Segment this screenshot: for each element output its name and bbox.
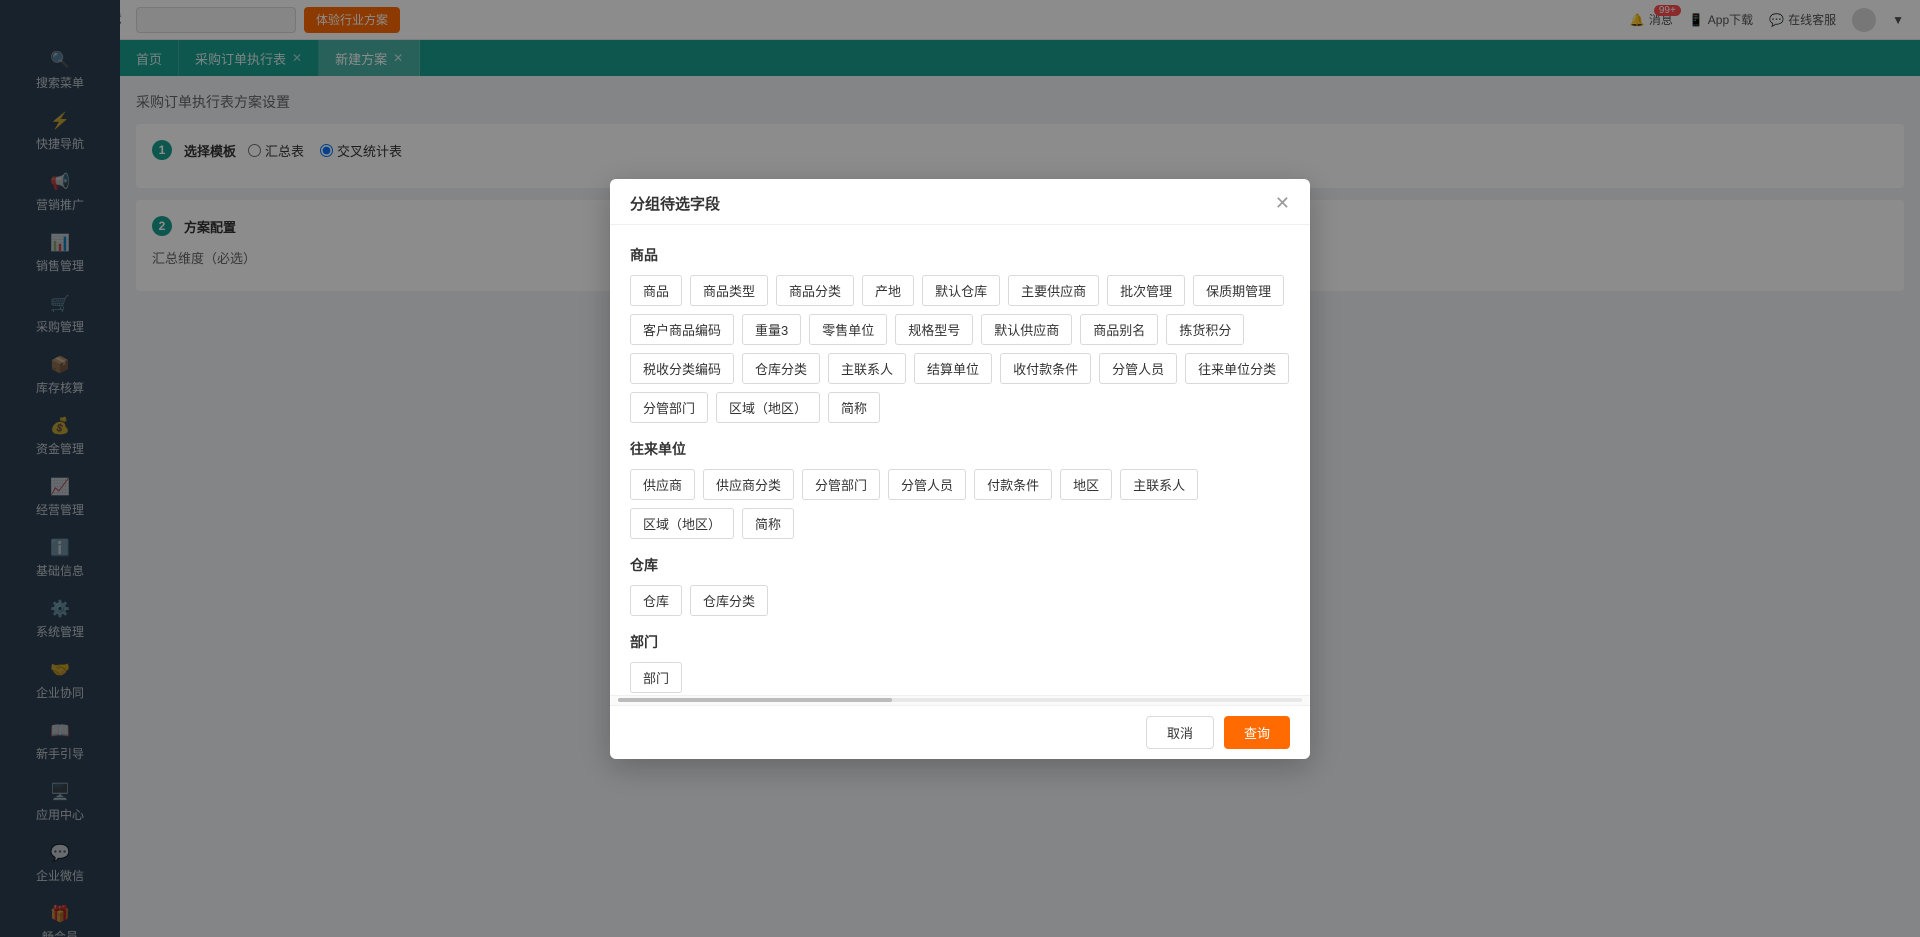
field-warehouse-cat[interactable]: 仓库分类 <box>690 585 768 616</box>
field-select-modal: 分组待选字段 ✕ 商品 商品 商品类型 商品分类 产地 默认仓库 主要供应商 批… <box>610 179 1310 759</box>
modal-header: 分组待选字段 ✕ <box>610 179 1310 225</box>
field-default-supplier[interactable]: 默认供应商 <box>981 314 1072 345</box>
field-settlement-unit[interactable]: 结算单位 <box>914 353 992 384</box>
field-tax-code[interactable]: 税收分类编码 <box>630 353 734 384</box>
field-customer-goods-code[interactable]: 客户商品编码 <box>630 314 734 345</box>
field-main-supplier[interactable]: 主要供应商 <box>1008 275 1099 306</box>
modal-overlay: 分组待选字段 ✕ 商品 商品 商品类型 商品分类 产地 默认仓库 主要供应商 批… <box>0 0 1920 937</box>
field-supervise-dept2[interactable]: 分管部门 <box>802 469 880 500</box>
field-warehouse-category[interactable]: 仓库分类 <box>742 353 820 384</box>
field-region-goods[interactable]: 区域（地区） <box>716 392 820 423</box>
field-default-warehouse[interactable]: 默认仓库 <box>922 275 1000 306</box>
section-title-dept: 部门 <box>630 632 1290 652</box>
modal-body[interactable]: 商品 商品 商品类型 商品分类 产地 默认仓库 主要供应商 批次管理 保质期管理… <box>610 225 1310 695</box>
field-goods[interactable]: 商品 <box>630 275 682 306</box>
field-goods-type[interactable]: 商品类型 <box>690 275 768 306</box>
field-supplier-category[interactable]: 供应商分类 <box>703 469 794 500</box>
field-counterparty-category[interactable]: 往来单位分类 <box>1185 353 1289 384</box>
confirm-button[interactable]: 查询 <box>1224 716 1290 749</box>
modal-footer: 取消 查询 <box>610 705 1310 759</box>
hscroll-track <box>618 698 1302 702</box>
field-goods-alias[interactable]: 商品别名 <box>1080 314 1158 345</box>
section-title-warehouse: 仓库 <box>630 555 1290 575</box>
field-supplier[interactable]: 供应商 <box>630 469 695 500</box>
field-weight3[interactable]: 重量3 <box>742 314 801 345</box>
field-short-name2[interactable]: 简称 <box>742 508 794 539</box>
modal-close-btn[interactable]: ✕ <box>1275 194 1290 212</box>
field-dept[interactable]: 部门 <box>630 662 682 693</box>
field-origin[interactable]: 产地 <box>862 275 914 306</box>
field-payment-terms[interactable]: 收付款条件 <box>1000 353 1091 384</box>
field-main-contact2[interactable]: 主联系人 <box>1120 469 1198 500</box>
field-supervisor[interactable]: 分管人员 <box>1099 353 1177 384</box>
field-supervise-person2[interactable]: 分管人员 <box>888 469 966 500</box>
section-title-counterparty: 往来单位 <box>630 439 1290 459</box>
field-region2[interactable]: 区域（地区） <box>630 508 734 539</box>
field-pay-terms[interactable]: 付款条件 <box>974 469 1052 500</box>
cancel-button[interactable]: 取消 <box>1146 716 1214 749</box>
field-short-name-goods[interactable]: 简称 <box>828 392 880 423</box>
field-warehouse[interactable]: 仓库 <box>630 585 682 616</box>
hscroll-thumb <box>618 698 892 702</box>
field-goods-category[interactable]: 商品分类 <box>776 275 854 306</box>
goods-field-grid: 商品 商品类型 商品分类 产地 默认仓库 主要供应商 批次管理 保质期管理 客户… <box>630 275 1290 423</box>
counterparty-field-grid: 供应商 供应商分类 分管部门 分管人员 付款条件 地区 主联系人 区域（地区） … <box>630 469 1290 539</box>
modal-title: 分组待选字段 <box>630 193 720 214</box>
section-title-goods: 商品 <box>630 245 1290 265</box>
field-spec-model[interactable]: 规格型号 <box>895 314 973 345</box>
dept-field-grid: 部门 <box>630 662 1290 693</box>
field-supervise-dept[interactable]: 分管部门 <box>630 392 708 423</box>
field-region[interactable]: 地区 <box>1060 469 1112 500</box>
field-expiry-mgmt[interactable]: 保质期管理 <box>1193 275 1284 306</box>
modal-hscroll[interactable] <box>610 695 1310 705</box>
warehouse-field-grid: 仓库 仓库分类 <box>630 585 1290 616</box>
field-pick-points[interactable]: 拣货积分 <box>1166 314 1244 345</box>
field-retail-unit[interactable]: 零售单位 <box>809 314 887 345</box>
field-main-contact[interactable]: 主联系人 <box>828 353 906 384</box>
field-batch-mgmt[interactable]: 批次管理 <box>1107 275 1185 306</box>
